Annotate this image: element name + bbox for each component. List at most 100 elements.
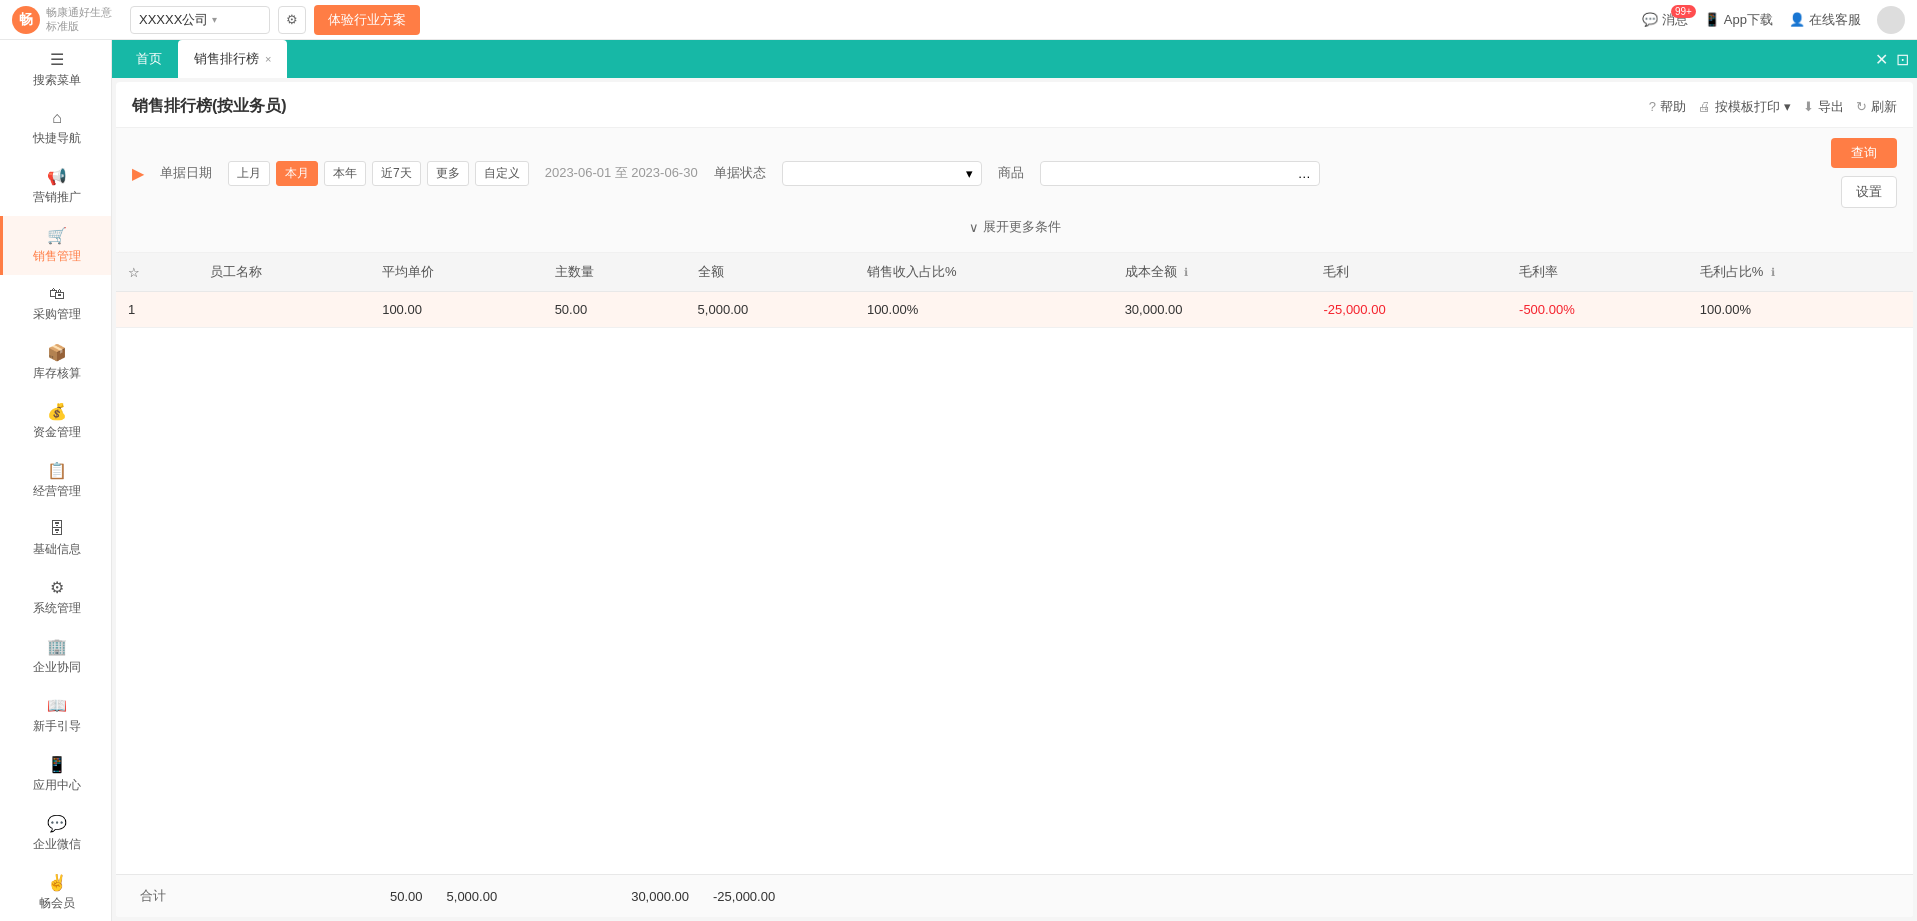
online-service-button[interactable]: 👤 在线客服	[1789, 11, 1861, 29]
sidebar-item-search[interactable]: ☰ 搜索菜单	[0, 40, 111, 99]
sidebar-item-shortcut[interactable]: ⌂ 快捷导航	[0, 99, 111, 157]
help-button[interactable]: ? 帮助	[1649, 98, 1686, 116]
settings-button[interactable]: ⚙	[278, 6, 306, 34]
col-amount: 全额	[686, 253, 855, 292]
sidebar-item-member[interactable]: ✌ 畅会员	[0, 863, 111, 921]
filter-row-main: ▶ 单据日期 上月 本月 本年 近7天 更多 自定义 2023-06-01 至 …	[132, 138, 1897, 208]
sidebar-item-marketing[interactable]: 📢 营销推广	[0, 157, 111, 216]
cell-profit-pct: 100.00%	[1688, 292, 1913, 328]
top-bar: 畅 畅康通好生意 标准版 XXXXX公司 ▾ ⚙ 体验行业方案 💬 消息 99+…	[0, 0, 1917, 40]
status-label: 单据状态	[714, 164, 766, 182]
message-badge: 99+	[1671, 5, 1696, 18]
cost-info-icon[interactable]: ℹ	[1184, 266, 1188, 278]
tab-minimize-icon[interactable]: ✕	[1875, 50, 1888, 69]
message-icon: 💬	[1642, 12, 1658, 27]
sidebar-item-inventory[interactable]: 📦 库存核算	[0, 333, 111, 392]
filter-expand-icon[interactable]: ▶	[132, 164, 144, 183]
footer-profit: -25,000.00	[701, 887, 787, 906]
print-dropdown-icon[interactable]: ▾	[1784, 99, 1791, 114]
app-icon: 📱	[1704, 12, 1720, 27]
col-qty: 主数量	[543, 253, 686, 292]
date-7days-btn[interactable]: 近7天	[372, 161, 421, 186]
finance-icon: 💰	[47, 402, 67, 421]
sidebar-item-basic[interactable]: 🗄 基础信息	[0, 510, 111, 568]
wechat-icon: 💬	[47, 814, 67, 833]
date-year-btn[interactable]: 本年	[324, 161, 366, 186]
sidebar-item-purchase[interactable]: 🛍 采购管理	[0, 275, 111, 333]
table-footer: 合计 50.00 5,000.00 30,000.00 -25,000.00	[116, 874, 1913, 917]
col-profit: 毛利	[1311, 253, 1507, 292]
filter-right: 查询 设置	[1831, 138, 1897, 208]
inventory-icon: 📦	[47, 343, 67, 362]
page-content: 销售排行榜(按业务员) ? 帮助 🖨 按模板打印 ▾ ⬇ 导出	[116, 82, 1913, 917]
footer-label: 合计	[128, 885, 208, 907]
basic-icon: 🗄	[49, 520, 65, 538]
chevron-down-icon: ▾	[212, 14, 217, 25]
status-select[interactable]: ▾	[782, 161, 982, 186]
query-button[interactable]: 查询	[1831, 138, 1897, 168]
top-bar-right: 💬 消息 99+ 📱 App下载 👤 在线客服	[1642, 6, 1905, 34]
col-rank: ☆	[116, 253, 198, 292]
tab-home[interactable]: 首页	[120, 40, 178, 78]
date-prev-btn[interactable]: 上月	[228, 161, 270, 186]
date-current-btn[interactable]: 本月	[276, 161, 318, 186]
sidebar-item-apps[interactable]: 📱 应用中心	[0, 745, 111, 804]
trial-button[interactable]: 体验行业方案	[314, 5, 420, 35]
cell-qty: 50.00	[543, 292, 686, 328]
profit-pct-info-icon[interactable]: ℹ	[1771, 266, 1775, 278]
sidebar-item-system[interactable]: ⚙ 系统管理	[0, 568, 111, 627]
footer-amount: 5,000.00	[435, 887, 510, 906]
footer-qty: 50.00	[378, 887, 435, 906]
cell-sales-pct: 100.00%	[855, 292, 1113, 328]
date-custom-btn[interactable]: 自定义	[475, 161, 529, 186]
table-row[interactable]: 1100.0050.005,000.00100.00%30,000.00-25,…	[116, 292, 1913, 328]
sidebar-item-wechat[interactable]: 💬 企业微信	[0, 804, 111, 863]
print-button[interactable]: 🖨 按模板打印 ▾	[1698, 98, 1791, 116]
cell-profit: -25,000.00	[1311, 292, 1507, 328]
system-icon: ⚙	[50, 578, 64, 597]
refresh-button[interactable]: ↻ 刷新	[1856, 98, 1897, 116]
purchase-icon: 🛍	[49, 285, 65, 303]
expand-more-button[interactable]: ∨ 展开更多条件	[132, 212, 1897, 242]
sidebar-item-operation[interactable]: 📋 经营管理	[0, 451, 111, 510]
goods-more-icon: …	[1298, 166, 1311, 181]
goods-label: 商品	[998, 164, 1024, 182]
sidebar-item-collab[interactable]: 🏢 企业协同	[0, 627, 111, 686]
page-title: 销售排行榜(按业务员)	[132, 96, 287, 117]
filter-settings-button[interactable]: 设置	[1841, 176, 1897, 208]
status-select-arrow: ▾	[966, 166, 973, 181]
logo: 畅 畅康通好生意 标准版	[12, 6, 122, 34]
app-download-button[interactable]: 📱 App下载	[1704, 11, 1773, 29]
help-icon: ?	[1649, 99, 1656, 114]
tab-bar-right: ✕ ⊡	[1875, 50, 1909, 69]
table-container: ☆ 员工名称 平均单价 主数量 全额 销售收入占比% 成本全额 ℹ 毛利 毛利率	[116, 253, 1913, 874]
col-profit-rate: 毛利率	[1507, 253, 1688, 292]
tab-close-icon[interactable]: ×	[265, 53, 271, 65]
main-layout: ☰ 搜索菜单 ⌂ 快捷导航 📢 营销推广 🛒 销售管理 🛍 采购管理 📦 库存核…	[0, 40, 1917, 921]
avatar[interactable]	[1877, 6, 1905, 34]
page-header: 销售排行榜(按业务员) ? 帮助 🖨 按模板打印 ▾ ⬇ 导出	[116, 82, 1913, 128]
operation-icon: 📋	[47, 461, 67, 480]
export-button[interactable]: ⬇ 导出	[1803, 98, 1844, 116]
tab-sales-ranking[interactable]: 销售排行榜 ×	[178, 40, 287, 78]
footer-cost: 30,000.00	[619, 887, 701, 906]
cell-rank: 1	[116, 292, 198, 328]
tab-maximize-icon[interactable]: ⊡	[1896, 50, 1909, 69]
guide-icon: 📖	[47, 696, 67, 715]
table-header-row: ☆ 员工名称 平均单价 主数量 全额 销售收入占比% 成本全额 ℹ 毛利 毛利率	[116, 253, 1913, 292]
company-selector[interactable]: XXXXX公司 ▾	[130, 6, 270, 34]
sidebar-item-sales[interactable]: 🛒 销售管理	[0, 216, 111, 275]
cell-amount: 5,000.00	[686, 292, 855, 328]
message-button[interactable]: 💬 消息 99+	[1642, 11, 1688, 29]
collab-icon: 🏢	[47, 637, 67, 656]
logo-icon: 畅	[12, 6, 40, 34]
search-icon: ☰	[50, 50, 64, 69]
sidebar-item-guide[interactable]: 📖 新手引导	[0, 686, 111, 745]
refresh-icon: ↻	[1856, 99, 1867, 114]
date-more-btn[interactable]: 更多	[427, 161, 469, 186]
export-icon: ⬇	[1803, 99, 1814, 114]
sidebar-item-finance[interactable]: 💰 资金管理	[0, 392, 111, 451]
col-profit-pct: 毛利占比% ℹ	[1688, 253, 1913, 292]
goods-select[interactable]: …	[1040, 161, 1320, 186]
tab-bar: 首页 销售排行榜 × ✕ ⊡	[112, 40, 1917, 78]
